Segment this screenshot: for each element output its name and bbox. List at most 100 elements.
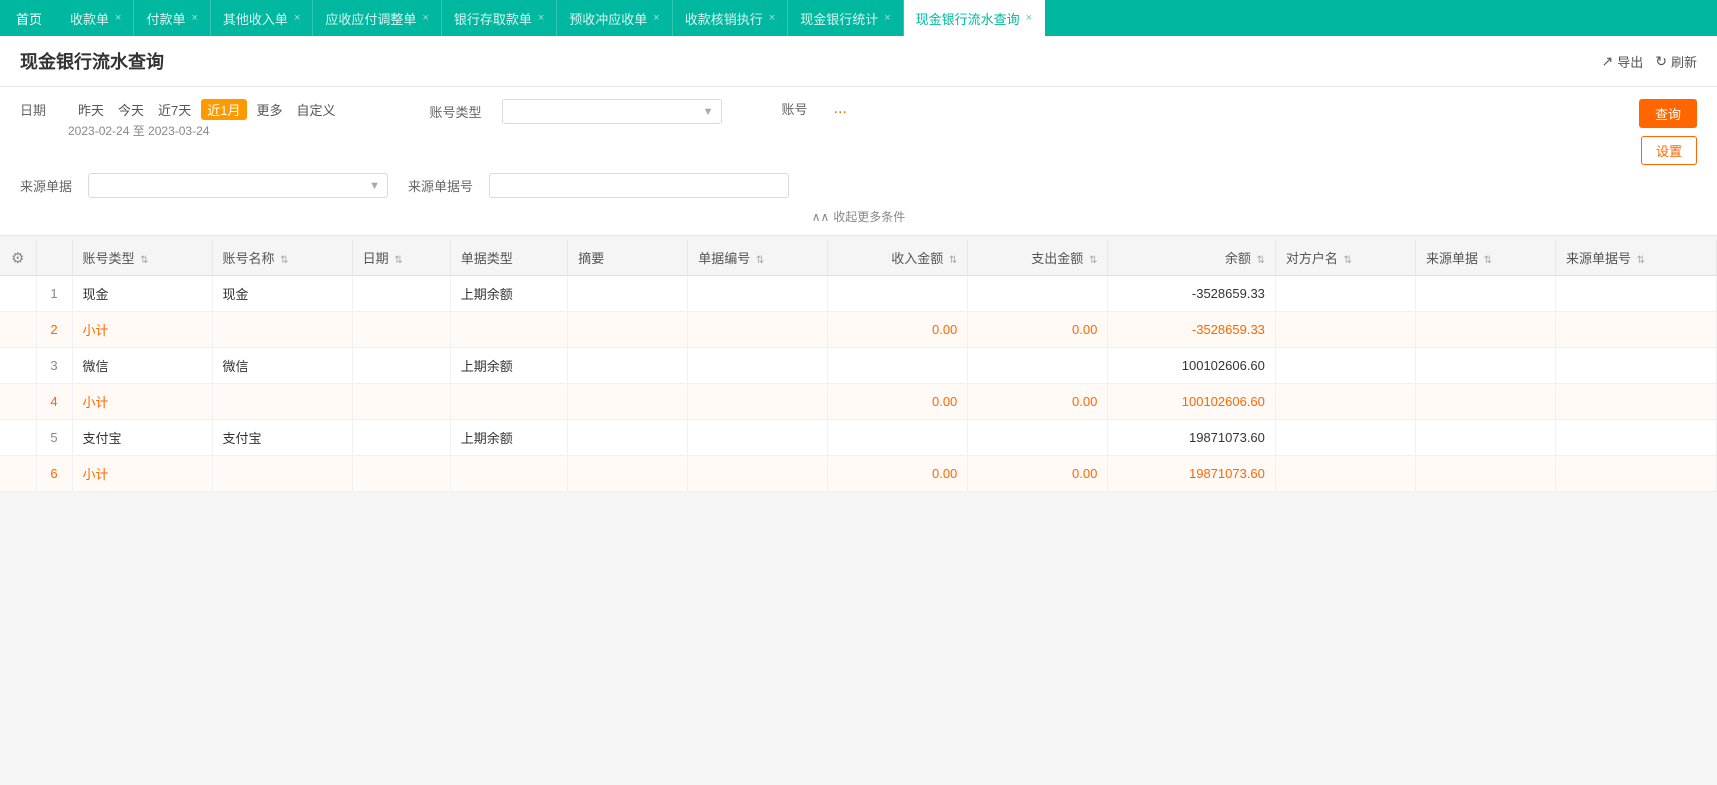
sort-icon: ⇅ [1484, 255, 1492, 266]
nav-tab-payment[interactable]: 付款单 × [134, 0, 210, 36]
settings-button[interactable]: 设置 [1641, 136, 1697, 165]
nav-tab-receipt[interactable]: 收款单 × [58, 0, 134, 36]
date-opt-1month[interactable]: 近1月 [201, 99, 246, 120]
table-cell [688, 384, 828, 420]
sort-icon: ⇅ [140, 255, 148, 266]
collapse-bar[interactable]: ∧∧ 收起更多条件 [20, 204, 1697, 227]
table-cell: 上期余额 [450, 420, 567, 456]
date-opt-more[interactable]: 更多 [253, 99, 287, 120]
date-opt-today[interactable]: 今天 [114, 99, 148, 120]
query-settings-area: 查询 设置 [1639, 99, 1697, 165]
table-cell: 小计 [72, 456, 212, 492]
table-cell [968, 276, 1108, 312]
table-cell [352, 456, 450, 492]
nav-home[interactable]: 首页 [0, 0, 58, 36]
table-cell [568, 276, 688, 312]
source-doc-select-wrap: ▼ [88, 173, 388, 198]
nav-tab-bank-stats[interactable]: 现金银行统计 × [788, 0, 903, 36]
date-opt-yesterday[interactable]: 昨天 [74, 99, 108, 120]
table-cell [1555, 276, 1716, 312]
table-cell [450, 312, 567, 348]
table-cell [1275, 456, 1415, 492]
table-cell [1275, 276, 1415, 312]
table-cell: 0.00 [828, 312, 968, 348]
col-expense[interactable]: 支出金额 ⇅ [968, 240, 1108, 276]
table-cell [968, 348, 1108, 384]
table-cell [1415, 384, 1555, 420]
close-icon[interactable]: × [294, 12, 300, 24]
nav-tab-bank-flow[interactable]: 现金银行流水查询 × [904, 0, 1045, 36]
query-button[interactable]: 查询 [1639, 99, 1697, 128]
sort-icon: ⇅ [1257, 255, 1265, 266]
table-cell: 5 [36, 420, 72, 456]
col-doc-number[interactable]: 单据编号 ⇅ [688, 240, 828, 276]
date-opt-custom[interactable]: 自定义 [293, 99, 340, 120]
close-icon[interactable]: × [422, 12, 428, 24]
source-doc-select[interactable] [88, 173, 388, 198]
account-type-select[interactable] [502, 99, 722, 124]
source-doc-num-input[interactable] [489, 173, 789, 198]
close-icon[interactable]: × [115, 12, 121, 24]
col-counterparty[interactable]: 对方户名 ⇅ [1275, 240, 1415, 276]
refresh-icon: ↻ [1655, 53, 1667, 70]
table-cell [450, 456, 567, 492]
gear-icon[interactable]: ⚙ [11, 250, 24, 267]
table-cell: 现金 [212, 276, 352, 312]
nav-tab-advance[interactable]: 预收冲应收单 × [557, 0, 672, 36]
table-cell [1415, 276, 1555, 312]
collapse-up-icon: ∧∧ [812, 210, 830, 224]
close-icon[interactable]: × [769, 12, 775, 24]
table-cell: 100102606.60 [1108, 384, 1276, 420]
table-cell [688, 420, 828, 456]
close-icon[interactable]: × [191, 12, 197, 24]
table-cell [1275, 420, 1415, 456]
col-source-doc[interactable]: 来源单据 ⇅ [1415, 240, 1555, 276]
account-label: 账号 [782, 99, 810, 118]
table-row: 6小计0.000.0019871073.60 [0, 456, 1717, 492]
col-summary: 摘要 [568, 240, 688, 276]
table-cell: 3 [36, 348, 72, 384]
header-actions: ↗ 导出 ↻ 刷新 [1602, 52, 1698, 71]
table-cell [568, 384, 688, 420]
table-cell [1275, 384, 1415, 420]
col-balance[interactable]: 余额 ⇅ [1108, 240, 1276, 276]
date-opt-7days[interactable]: 近7天 [154, 99, 195, 120]
filter-area: 日期 昨天 今天 近7天 近1月 更多 自定义 2023-02-24 至 202… [0, 87, 1717, 236]
nav-tab-bank-deposit[interactable]: 银行存取款单 × [442, 0, 557, 36]
sort-icon: ⇅ [756, 255, 764, 266]
col-date[interactable]: 日期 ⇅ [352, 240, 450, 276]
table-row: 1现金现金上期余额-3528659.33 [0, 276, 1717, 312]
table-cell: 6 [36, 456, 72, 492]
table-cell: 上期余额 [450, 276, 567, 312]
export-button[interactable]: ↗ 导出 [1602, 52, 1644, 71]
refresh-button[interactable]: ↻ 刷新 [1655, 52, 1697, 71]
table-cell [1275, 348, 1415, 384]
table-cell [1415, 312, 1555, 348]
nav-tab-other-income[interactable]: 其他收入单 × [211, 0, 313, 36]
col-settings: ⚙ [0, 240, 36, 276]
table-cell [828, 420, 968, 456]
table-cell: 0.00 [968, 312, 1108, 348]
table-cell [828, 348, 968, 384]
table-cell: 19871073.60 [1108, 420, 1276, 456]
page-header: 现金银行流水查询 ↗ 导出 ↻ 刷新 [0, 36, 1717, 87]
close-icon[interactable]: × [1026, 12, 1032, 24]
col-account-type[interactable]: 账号类型 ⇅ [72, 240, 212, 276]
account-dots-button[interactable]: ... [834, 100, 847, 118]
table-cell [352, 276, 450, 312]
table-row: 3微信微信上期余额100102606.60 [0, 348, 1717, 384]
col-account-name[interactable]: 账号名称 ⇅ [212, 240, 352, 276]
nav-tab-verification[interactable]: 收款核销执行 × [673, 0, 788, 36]
table-cell [1415, 348, 1555, 384]
col-source-doc-num[interactable]: 来源单据号 ⇅ [1555, 240, 1716, 276]
nav-tab-adjustment[interactable]: 应收应付调整单 × [313, 0, 441, 36]
close-icon[interactable]: × [884, 12, 890, 24]
col-doc-type: 单据类型 [450, 240, 567, 276]
table-cell: 2 [36, 312, 72, 348]
close-icon[interactable]: × [653, 12, 659, 24]
col-income[interactable]: 收入金额 ⇅ [828, 240, 968, 276]
source-doc-num-label: 来源单据号 [408, 176, 473, 195]
table-cell [212, 456, 352, 492]
table-cell: 支付宝 [72, 420, 212, 456]
close-icon[interactable]: × [538, 12, 544, 24]
